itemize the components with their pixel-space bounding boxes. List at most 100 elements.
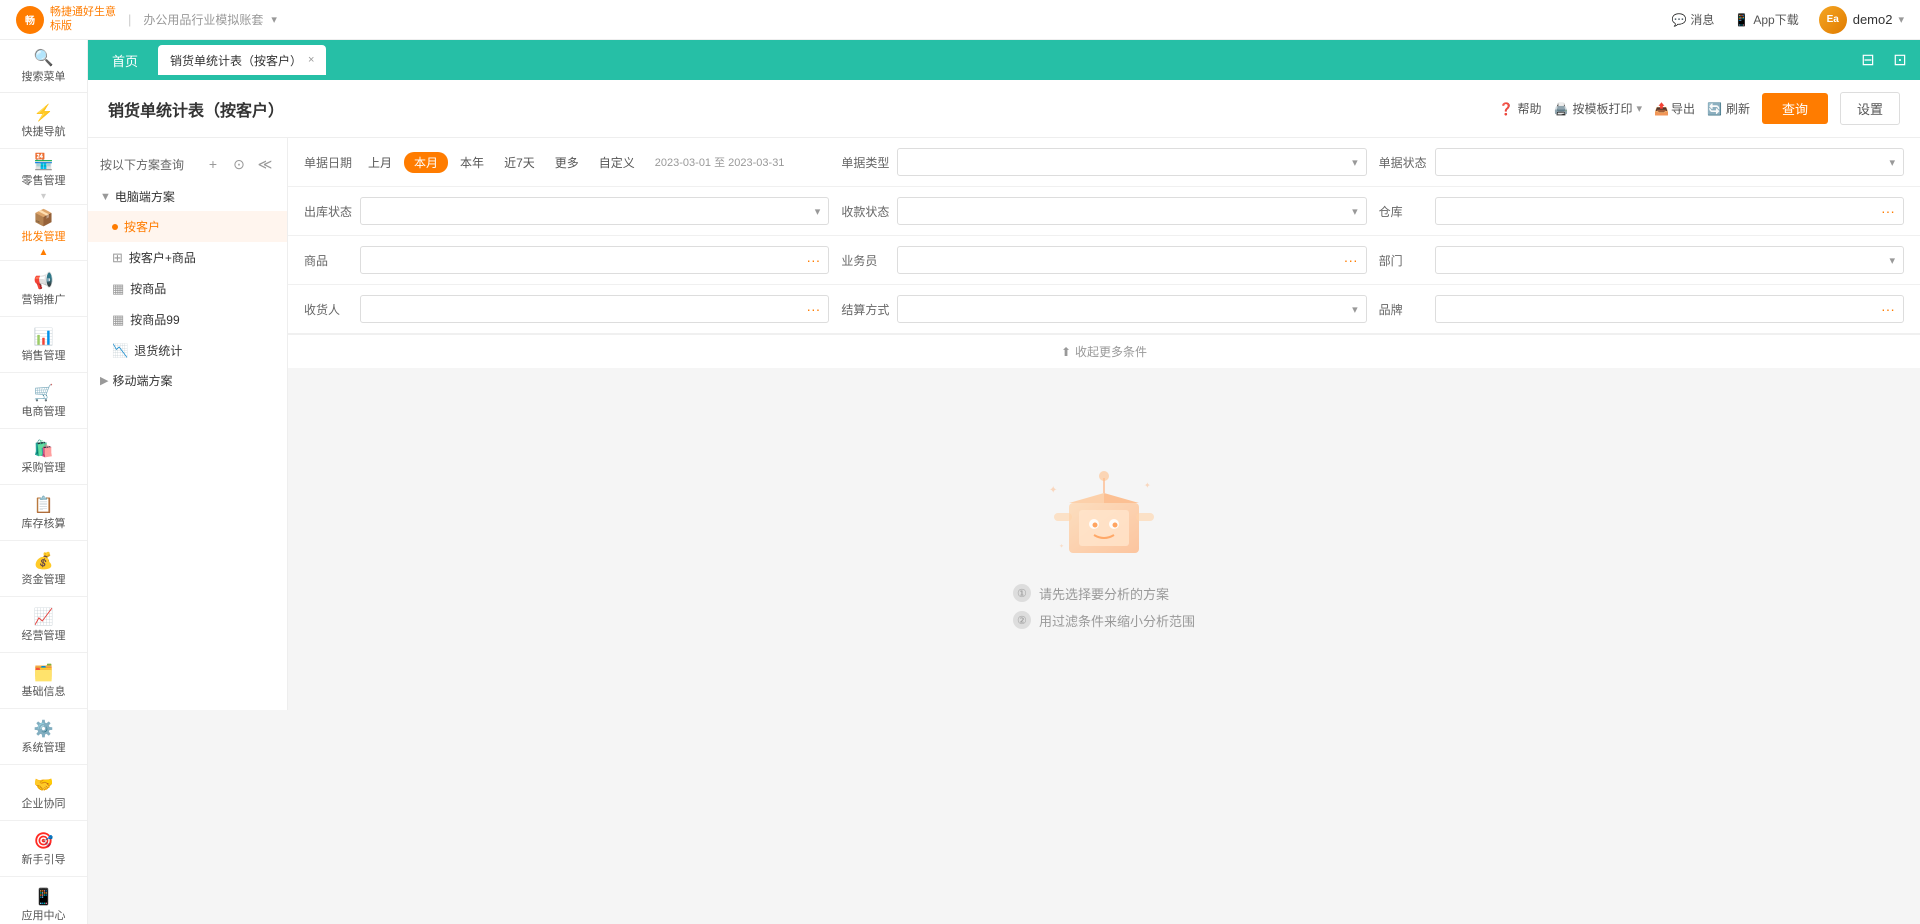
user-dropdown-icon: ▾ (1898, 13, 1904, 26)
tab-maximize-btn[interactable]: ⊡ (1888, 48, 1912, 72)
goods99-icon: ▦ (112, 312, 124, 328)
receiver-label: 收货人 (304, 301, 352, 318)
query-button[interactable]: 查询 (1762, 93, 1828, 124)
left-nav-title: 按以下方案查询 (100, 156, 184, 173)
operations-icon: 📈 (34, 607, 54, 627)
date-btn-custom[interactable]: 自定义 (591, 152, 643, 173)
goods-input[interactable]: ··· (360, 246, 829, 274)
nav-item-customer-goods[interactable]: ⊞ 按客户+商品 (88, 242, 287, 273)
status-select[interactable]: ▾ (1435, 148, 1904, 176)
basic-icon: 🗂️ (34, 663, 54, 683)
date-btn-thisyear[interactable]: 本年 (452, 152, 492, 173)
nav-group-mobile-header[interactable]: ▶ 移动端方案 (88, 366, 287, 395)
sidebar-item-quick-nav[interactable]: ⚡ 快捷导航 (0, 93, 87, 149)
receipt-select[interactable]: ▾ (897, 197, 1366, 225)
template-print-btn[interactable]: 🖨️ 按模板打印 ▾ (1554, 100, 1643, 117)
sidebar-item-wholesale[interactable]: 📦 批发管理 ▲ (0, 205, 87, 261)
top-header: 畅 畅捷通好生意 标版 | 办公用品行业模拟账套 ▾ 💬 消息 📱 App下载 … (0, 0, 1920, 40)
main-layout: 🔍 搜索菜单 ⚡ 快捷导航 🏪 零售管理 ▾ 📦 批发管理 ▲ 📢 营销推广 📊… (0, 40, 1920, 924)
nav-group-desktop-header[interactable]: ▼ 电脑端方案 (88, 182, 287, 211)
empty-illustration: ✦ ✦ ✦ (1044, 448, 1164, 568)
sidebar-item-operations[interactable]: 📈 经营管理 (0, 597, 87, 653)
sidebar-item-apps[interactable]: 📱 应用中心 (0, 877, 87, 924)
sidebar-item-purchase[interactable]: 🛍️ 采购管理 (0, 429, 87, 485)
status-arrow-icon: ▾ (1889, 156, 1895, 169)
app-logo: 畅 (16, 6, 44, 34)
setting-button[interactable]: 设置 (1840, 92, 1900, 125)
message-action[interactable]: 💬 消息 (1671, 11, 1714, 28)
date-btn-more[interactable]: 更多 (547, 152, 587, 173)
filter-row-1: 单据日期 上月 本月 本年 近7天 更多 自定义 2023-03-01 至 20… (288, 138, 1920, 187)
payment-arrow-icon: ▾ (1352, 303, 1358, 316)
date-btn-thismonth[interactable]: 本月 (404, 152, 448, 173)
sidebar-item-search[interactable]: 🔍 搜索菜单 (0, 40, 87, 93)
inner-layout: 按以下方案查询 + ⊙ ≪ ▼ 电脑端方案 (88, 138, 1920, 710)
left-nav-settings-btn[interactable]: ⊙ (229, 154, 249, 174)
receiver-input[interactable]: ··· (360, 295, 829, 323)
warehouse-dots[interactable]: ··· (1881, 203, 1895, 219)
nav-item-return-stats[interactable]: 📉 退货统计 (88, 335, 287, 366)
header-left: 畅 畅捷通好生意 标版 | 办公用品行业模拟账套 ▾ (16, 6, 277, 34)
app-name: 畅捷通好生意 标版 (50, 6, 116, 32)
export-icon: 📤 (1654, 102, 1669, 116)
system-icon: ⚙️ (34, 719, 54, 739)
user-area[interactable]: Ea demo2 ▾ (1819, 6, 1904, 34)
export-btn[interactable]: 📤 导出 (1654, 100, 1695, 117)
left-nav-header: 按以下方案查询 + ⊙ ≪ (88, 146, 287, 182)
sidebar-item-ecommerce[interactable]: 🛒 电商管理 (0, 373, 87, 429)
page-header-actions: ❓ 帮助 🖨️ 按模板打印 ▾ 📤 导出 🔄 刷新 (1499, 92, 1900, 137)
refresh-icon: 🔄 (1707, 102, 1722, 116)
receipt-label: 收款状态 (841, 203, 889, 220)
sidebar-item-basic[interactable]: 🗂️ 基础信息 (0, 653, 87, 709)
refresh-btn[interactable]: 🔄 刷新 (1707, 100, 1750, 117)
receiver-dots[interactable]: ··· (806, 301, 820, 317)
warehouse-input[interactable]: ··· (1435, 197, 1904, 225)
help-btn[interactable]: ❓ 帮助 (1499, 100, 1542, 117)
nav-group-mobile-expand-icon: ▶ (100, 374, 108, 387)
dept-filter: 部门 ▾ (1379, 246, 1904, 274)
print-icon: 🖨️ (1554, 102, 1569, 116)
out-label: 出库状态 (304, 203, 352, 220)
active-dot (112, 224, 118, 230)
staff-dots[interactable]: ··· (1344, 252, 1358, 268)
left-nav-add-btn[interactable]: + (203, 154, 223, 174)
app-download-action[interactable]: 📱 App下载 (1734, 11, 1798, 28)
left-nav-actions: + ⊙ ≪ (203, 154, 275, 174)
payment-select[interactable]: ▾ (897, 295, 1366, 323)
empty-tips: ① 请先选择要分析的方案 ② 用过滤条件来缩小分析范围 (1013, 584, 1195, 630)
tab-active[interactable]: 销货单统计表（按客户） × (158, 45, 326, 75)
goods-filter: 商品 ··· (304, 246, 829, 274)
tab-close-btn[interactable]: × (308, 54, 314, 66)
date-btn-lastmonth[interactable]: 上月 (360, 152, 400, 173)
search-icon: 🔍 (34, 48, 54, 68)
filter-row-2: 出库状态 ▾ 收款状态 ▾ (288, 187, 1920, 236)
date-btn-7days[interactable]: 近7天 (496, 152, 543, 173)
sidebar-item-marketing[interactable]: 📢 营销推广 (0, 261, 87, 317)
sidebar-item-enterprise[interactable]: 🤝 企业协同 (0, 765, 87, 821)
nav-item-by-goods99[interactable]: ▦ 按商品99 (88, 304, 287, 335)
sidebar-item-newbie[interactable]: 🎯 新手引导 (0, 821, 87, 877)
sidebar-item-retail[interactable]: 🏪 零售管理 ▾ (0, 149, 87, 205)
collapse-icon: ⬆ (1061, 345, 1071, 359)
sidebar-item-finance[interactable]: 💰 资金管理 (0, 541, 87, 597)
staff-input[interactable]: ··· (897, 246, 1366, 274)
sidebar-item-inventory[interactable]: 📋 库存核算 (0, 485, 87, 541)
brand-input[interactable]: ··· (1435, 295, 1904, 323)
tab-home[interactable]: 首页 (96, 45, 154, 75)
dept-select[interactable]: ▾ (1435, 246, 1904, 274)
sidebar-item-system[interactable]: ⚙️ 系统管理 (0, 709, 87, 765)
type-select[interactable]: ▾ (897, 148, 1366, 176)
nav-item-by-goods[interactable]: ▦ 按商品 (88, 273, 287, 304)
retail-icon: 🏪 (34, 152, 54, 172)
sidebar-item-sales[interactable]: 📊 销售管理 (0, 317, 87, 373)
goods-dots[interactable]: ··· (806, 252, 820, 268)
dropdown-icon[interactable]: ▾ (271, 13, 277, 26)
brand-dots[interactable]: ··· (1881, 301, 1895, 317)
out-select[interactable]: ▾ (360, 197, 829, 225)
collapse-btn[interactable]: ⬆ 收起更多条件 (288, 334, 1920, 368)
left-nav-collapse-btn[interactable]: ≪ (255, 154, 275, 174)
return-icon: 📉 (112, 343, 128, 359)
tab-minimize-btn[interactable]: ⊟ (1856, 48, 1880, 72)
nav-item-by-customer[interactable]: 按客户 (88, 211, 287, 242)
logo-area: 畅 畅捷通好生意 标版 (16, 6, 116, 34)
